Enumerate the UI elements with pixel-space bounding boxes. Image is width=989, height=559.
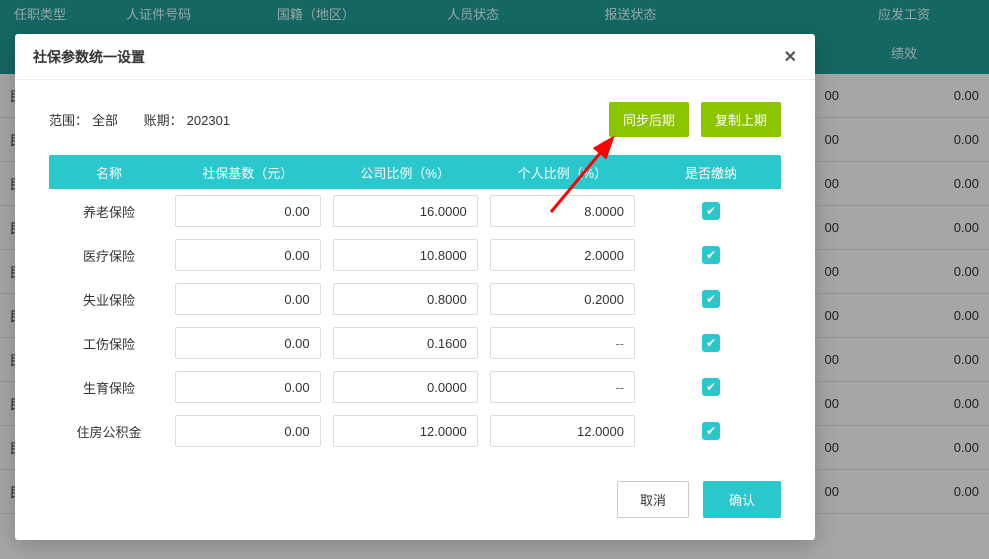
company-ratio-input[interactable] xyxy=(333,239,478,271)
modal-toolbar: 范围： 全部 账期： 202301 同步后期 复制上期 xyxy=(49,102,781,137)
row-name: 失业保险 xyxy=(49,277,169,321)
copy-prev-period-button[interactable]: 复制上期 xyxy=(701,102,781,137)
base-input[interactable] xyxy=(175,195,321,227)
col-personal: 个人比例（%） xyxy=(484,155,641,189)
range-value: 全部 xyxy=(92,113,118,128)
range-label: 范围： xyxy=(49,113,88,128)
company-ratio-input[interactable] xyxy=(333,415,478,447)
row-name: 养老保险 xyxy=(49,189,169,233)
period-value: 202301 xyxy=(187,113,230,128)
period-label: 账期： xyxy=(144,113,183,128)
enabled-checkbox[interactable]: ✔ xyxy=(702,290,720,308)
cancel-button[interactable]: 取消 xyxy=(617,481,689,518)
enabled-checkbox[interactable]: ✔ xyxy=(702,378,720,396)
row-name: 住房公积金 xyxy=(49,409,169,453)
social-insurance-params-modal: 社保参数统一设置 ✕ 范围：全部 账期：202301 同步后期 复制上期 名称 … xyxy=(15,34,815,540)
col-name: 名称 xyxy=(49,155,169,189)
company-ratio-input[interactable] xyxy=(333,283,478,315)
company-ratio-input[interactable] xyxy=(333,371,478,403)
table-row: 工伤保险 ✔ xyxy=(49,321,781,365)
company-ratio-input[interactable] xyxy=(333,195,478,227)
row-name: 工伤保险 xyxy=(49,321,169,365)
sync-later-periods-button[interactable]: 同步后期 xyxy=(609,102,689,137)
col-enabled: 是否缴纳 xyxy=(641,155,781,189)
enabled-checkbox[interactable]: ✔ xyxy=(702,202,720,220)
table-row: 医疗保险 ✔ xyxy=(49,233,781,277)
personal-ratio-input[interactable] xyxy=(490,239,635,271)
base-input[interactable] xyxy=(175,239,321,271)
base-input[interactable] xyxy=(175,283,321,315)
personal-ratio-input[interactable] xyxy=(490,283,635,315)
row-name: 生育保险 xyxy=(49,365,169,409)
insurance-params-table: 名称 社保基数（元） 公司比例（%） 个人比例（%） 是否缴纳 养老保险✔医疗保… xyxy=(49,155,781,453)
table-row: 失业保险 ✔ xyxy=(49,277,781,321)
col-base: 社保基数（元） xyxy=(169,155,327,189)
enabled-checkbox[interactable]: ✔ xyxy=(702,422,720,440)
personal-ratio-input[interactable] xyxy=(490,327,635,359)
company-ratio-input[interactable] xyxy=(333,327,478,359)
row-name: 医疗保险 xyxy=(49,233,169,277)
base-input[interactable] xyxy=(175,415,321,447)
table-row: 养老保险 ✔ xyxy=(49,189,781,233)
close-icon[interactable]: ✕ xyxy=(784,47,797,67)
table-row: 生育保险 ✔ xyxy=(49,365,781,409)
base-input[interactable] xyxy=(175,327,321,359)
enabled-checkbox[interactable]: ✔ xyxy=(702,246,720,264)
modal-header: 社保参数统一设置 ✕ xyxy=(15,34,815,80)
table-row: 住房公积金 ✔ xyxy=(49,409,781,453)
col-company: 公司比例（%） xyxy=(327,155,484,189)
personal-ratio-input[interactable] xyxy=(490,415,635,447)
base-input[interactable] xyxy=(175,371,321,403)
enabled-checkbox[interactable]: ✔ xyxy=(702,334,720,352)
personal-ratio-input[interactable] xyxy=(490,195,635,227)
confirm-button[interactable]: 确认 xyxy=(703,481,781,518)
personal-ratio-input[interactable] xyxy=(490,371,635,403)
modal-title: 社保参数统一设置 xyxy=(33,47,145,67)
